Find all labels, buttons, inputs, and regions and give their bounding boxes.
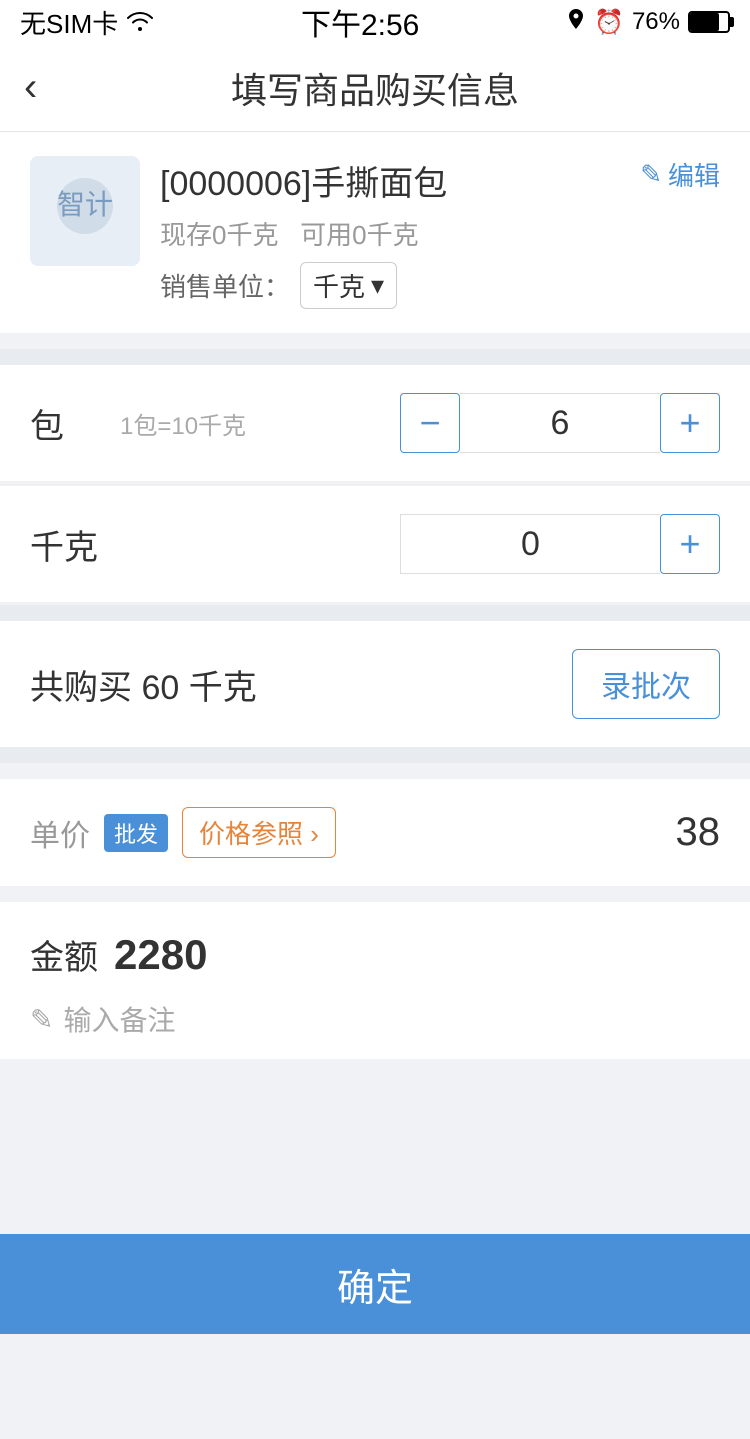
price-type-tag: 批发 — [104, 814, 168, 852]
price-section: 单价 批发 价格参照 › 38 — [0, 779, 750, 886]
product-stock: 现存0千克 可用0千克 — [160, 215, 720, 252]
confirm-button-label: 确定 — [337, 1257, 413, 1312]
back-button[interactable]: ‹ — [24, 65, 37, 110]
amount-value: 2280 — [114, 931, 207, 979]
package-label: 包 — [30, 399, 110, 448]
amount-row: 金额 2280 — [30, 930, 720, 979]
summary-text: 共购买 60 千克 — [30, 660, 257, 709]
kilogram-quantity-input[interactable] — [400, 514, 660, 574]
separator-1 — [0, 349, 750, 365]
package-decrement-button[interactable]: − — [400, 393, 460, 453]
confirm-button[interactable]: 确定 — [0, 1234, 750, 1334]
price-value: 38 — [676, 810, 721, 855]
product-card: 智计 [0000006]手撕面包 现存0千克 可用0千克 销售单位： 千克 ▾ … — [0, 132, 750, 333]
status-left: 无SIM卡 — [20, 4, 154, 41]
batch-button[interactable]: 录批次 — [572, 649, 720, 719]
unit-select[interactable]: 千克 ▾ — [300, 262, 397, 309]
page-title: 填写商品购买信息 — [0, 62, 750, 114]
product-logo: 智计 — [55, 176, 115, 246]
price-reference-button[interactable]: 价格参照 › — [182, 807, 336, 858]
remark-placeholder: 输入备注 — [63, 999, 175, 1039]
product-name: [0000006]手撕面包 — [160, 156, 720, 205]
carrier-text: 无SIM卡 — [20, 4, 118, 41]
alarm-icon: ⏰ — [594, 8, 624, 37]
kilogram-increment-button[interactable]: + — [660, 514, 720, 574]
price-row: 单价 批发 价格参照 › 38 — [0, 779, 750, 886]
nav-bar: ‹ 填写商品购买信息 — [0, 44, 750, 132]
package-quantity-control: − + — [400, 393, 720, 453]
svg-text:智计: 智计 — [57, 189, 113, 220]
remark-row[interactable]: ✎ 输入备注 — [30, 999, 720, 1039]
wifi-icon — [126, 7, 154, 38]
product-thumbnail: 智计 — [30, 156, 140, 266]
product-info: [0000006]手撕面包 现存0千克 可用0千克 销售单位： 千克 ▾ — [160, 156, 720, 309]
separator-2 — [0, 605, 750, 621]
package-increment-button[interactable]: + — [660, 393, 720, 453]
amount-section: 金额 2280 ✎ 输入备注 — [0, 886, 750, 1059]
edit-icon: ✎ — [640, 159, 662, 190]
kilogram-quantity-control: + — [400, 514, 720, 574]
product-unit-row: 销售单位： 千克 ▾ — [160, 262, 720, 309]
edit-button[interactable]: ✎ 编辑 — [640, 156, 720, 193]
location-icon — [566, 8, 586, 37]
battery-percent: 76% — [632, 8, 680, 36]
status-right: ⏰ 76% — [566, 8, 730, 37]
chevron-down-icon: ▾ — [371, 270, 384, 301]
package-hint: 1包=10千克 — [120, 406, 400, 441]
status-bar: 无SIM卡 下午2:56 ⏰ 76% — [0, 0, 750, 44]
kilogram-input-row: 千克 + — [0, 486, 750, 603]
kilogram-label: 千克 — [30, 520, 110, 569]
package-input-row: 包 1包=10千克 − + — [0, 365, 750, 482]
package-input-section: 包 1包=10千克 − + — [0, 365, 750, 482]
status-time: 下午2:56 — [301, 0, 419, 44]
price-label: 单价 — [30, 811, 90, 855]
summary-row: 共购买 60 千克 录批次 — [0, 621, 750, 747]
amount-label: 金额 — [30, 930, 98, 979]
battery-icon — [688, 11, 730, 33]
separator-3 — [0, 747, 750, 763]
pencil-icon: ✎ — [30, 1003, 53, 1036]
package-quantity-input[interactable] — [460, 393, 660, 453]
kilogram-input-section: 千克 + — [0, 486, 750, 603]
